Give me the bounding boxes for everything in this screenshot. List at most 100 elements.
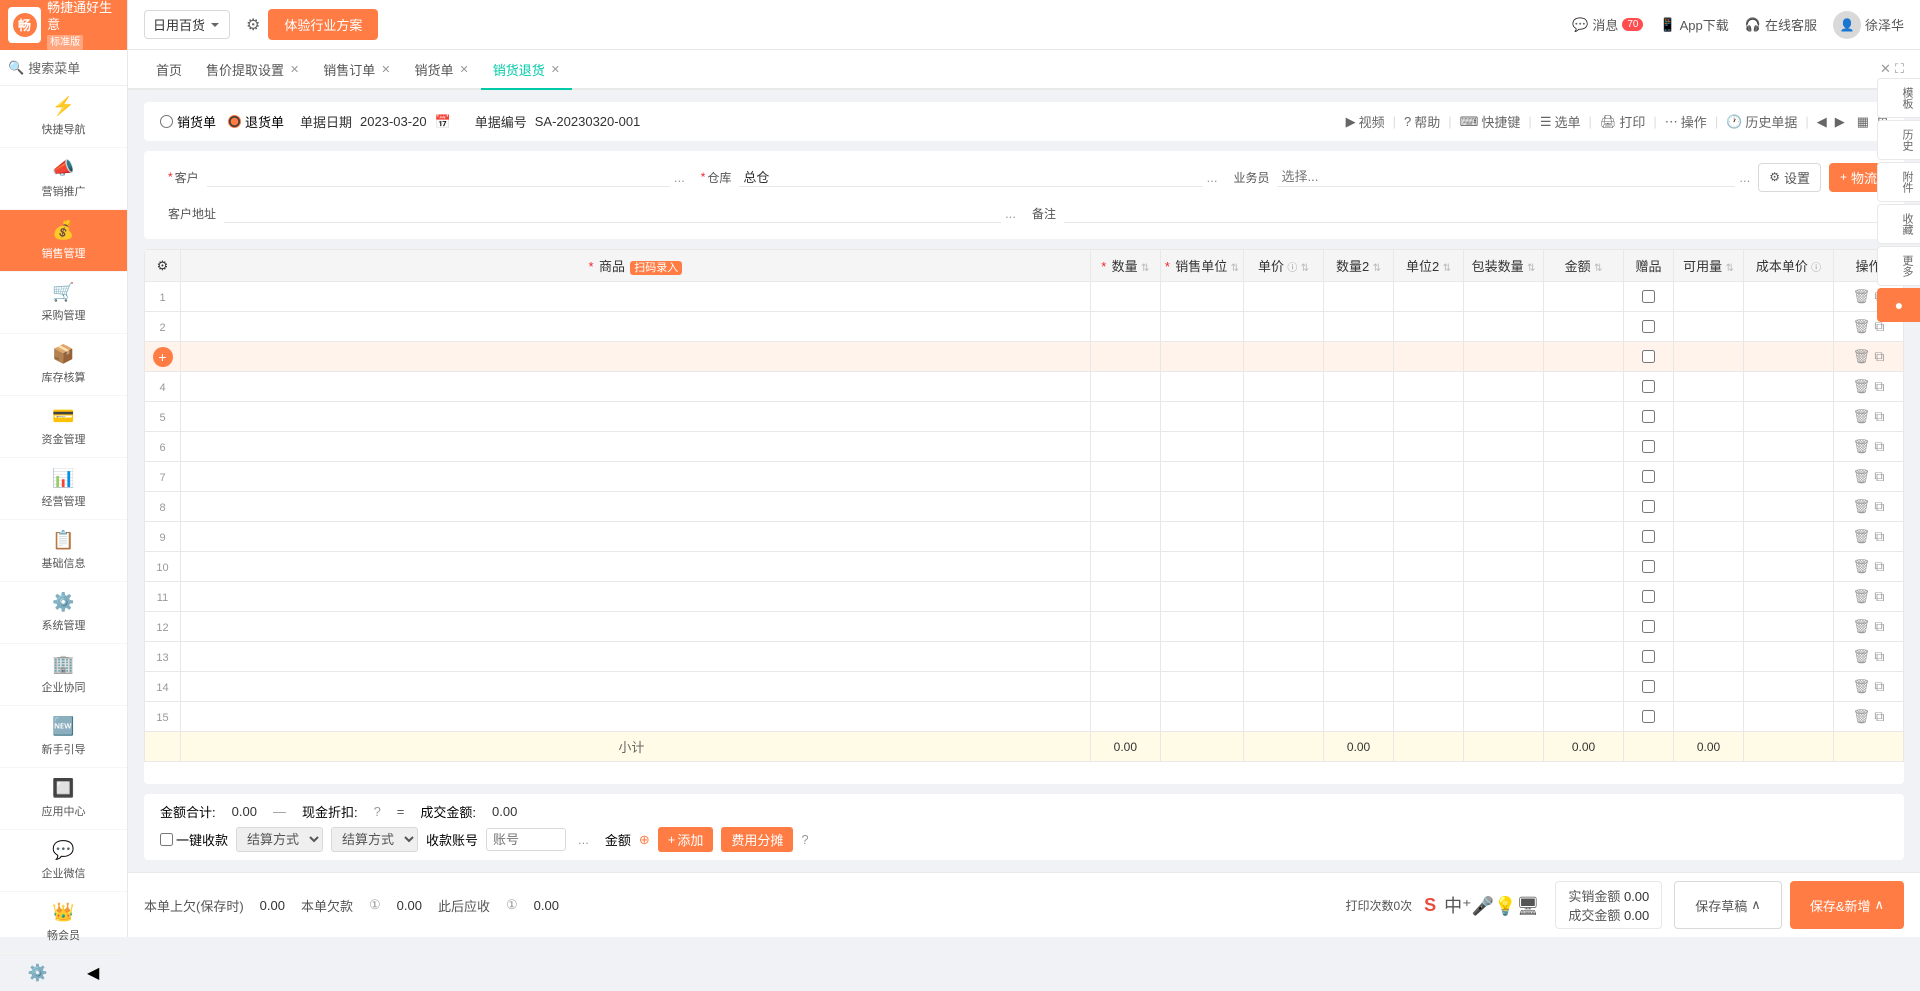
user-item[interactable]: 👤 徐泽华 xyxy=(1833,11,1904,39)
price-sort-icon[interactable]: ⇅ xyxy=(1301,263,1309,274)
unit2-cell[interactable] xyxy=(1394,312,1464,342)
delete-row-icon[interactable]: 🗑 xyxy=(1853,378,1871,395)
customer-dots[interactable]: ... xyxy=(674,170,685,185)
amount-cell[interactable] xyxy=(1544,312,1624,342)
float-active[interactable]: ● xyxy=(1877,288,1920,322)
cost-cell[interactable] xyxy=(1744,582,1834,612)
unit2-cell[interactable] xyxy=(1394,402,1464,432)
unit-cell[interactable] xyxy=(1160,342,1243,372)
float-template[interactable]: 模板 xyxy=(1877,78,1920,118)
nav-prev-icon[interactable]: ◀ xyxy=(1817,114,1827,130)
industry-selector[interactable]: 日用百货 xyxy=(144,10,230,39)
gift-checkbox[interactable] xyxy=(1642,320,1655,333)
tab-close-sales-return[interactable]: ✕ xyxy=(551,63,560,76)
qty-cell[interactable] xyxy=(1090,372,1160,402)
shortcut-action[interactable]: ⌨ 快捷键 xyxy=(1460,112,1521,131)
avail-cell[interactable] xyxy=(1674,582,1744,612)
add-button[interactable]: + 添加 xyxy=(658,827,714,852)
unit2-cell[interactable] xyxy=(1394,582,1464,612)
warehouse-dots[interactable]: ... xyxy=(1207,170,1218,185)
tab-close-price-settings[interactable]: ✕ xyxy=(290,63,299,76)
amount-cell[interactable] xyxy=(1544,672,1624,702)
sidebar-item-inventory[interactable]: 📦 库存核算 xyxy=(0,334,127,396)
warehouse-input[interactable] xyxy=(739,167,1202,187)
avail-cell[interactable] xyxy=(1674,612,1744,642)
qty-cell[interactable] xyxy=(1090,552,1160,582)
qty-cell[interactable] xyxy=(1090,612,1160,642)
cost-cell[interactable] xyxy=(1744,702,1834,732)
qty-cell[interactable] xyxy=(1090,672,1160,702)
avail-cell[interactable] xyxy=(1674,552,1744,582)
delete-row-icon[interactable]: 🗑 xyxy=(1853,678,1871,695)
avail-cell[interactable] xyxy=(1674,312,1744,342)
scan-button[interactable]: 扫码录入 xyxy=(630,261,682,275)
unit2-cell[interactable] xyxy=(1394,612,1464,642)
cost-cell[interactable] xyxy=(1744,342,1834,372)
sidebar-item-system[interactable]: ⚙️ 系统管理 xyxy=(0,582,127,644)
qty2-cell[interactable] xyxy=(1324,462,1394,492)
qty2-cell[interactable] xyxy=(1324,612,1394,642)
delete-row-icon[interactable]: 🗑 xyxy=(1853,618,1871,635)
qty2-cell[interactable] xyxy=(1324,372,1394,402)
avail-cell[interactable] xyxy=(1674,642,1744,672)
qty-cell[interactable] xyxy=(1090,582,1160,612)
pkgqty-cell[interactable] xyxy=(1464,642,1544,672)
experience-button[interactable]: 体验行业方案 xyxy=(268,9,378,40)
amount-cell[interactable] xyxy=(1544,522,1624,552)
avail-cell[interactable] xyxy=(1674,522,1744,552)
avail-cell[interactable] xyxy=(1674,282,1744,312)
amount-cell[interactable] xyxy=(1544,552,1624,582)
return-radio-input[interactable] xyxy=(228,115,241,128)
cost-split-button[interactable]: 费用分摊 xyxy=(721,827,793,852)
unit-sort-icon[interactable]: ⇅ xyxy=(1231,263,1239,274)
qty2-cell[interactable] xyxy=(1324,522,1394,552)
collapse-icon[interactable]: ◀ xyxy=(87,963,99,983)
avail-sort-icon[interactable]: ⇅ xyxy=(1725,263,1733,274)
gift-checkbox[interactable] xyxy=(1642,440,1655,453)
copy-row-icon[interactable]: ⧉ xyxy=(1874,588,1884,605)
qty2-cell[interactable] xyxy=(1324,672,1394,702)
amount-cell[interactable] xyxy=(1544,612,1624,642)
delete-row-icon[interactable]: 🗑 xyxy=(1853,348,1871,365)
cancel-method-select[interactable]: 结算方式 xyxy=(331,827,418,852)
message-item[interactable]: 💬 消息 70 xyxy=(1572,15,1643,34)
tab-sales-return[interactable]: 销货退货 ✕ xyxy=(481,50,572,90)
qty-cell[interactable] xyxy=(1090,312,1160,342)
amount-cell[interactable] xyxy=(1544,582,1624,612)
unit2-cell[interactable] xyxy=(1394,342,1464,372)
pkgqty-cell[interactable] xyxy=(1464,612,1544,642)
salesperson-dots[interactable]: ... xyxy=(1739,170,1750,185)
float-attachment[interactable]: 附件 xyxy=(1877,162,1920,202)
gift-checkbox[interactable] xyxy=(1642,710,1655,723)
calendar-icon[interactable]: 📅 xyxy=(435,114,451,130)
unit2-cell[interactable] xyxy=(1394,642,1464,672)
tab-sales-delivery[interactable]: 销货单 ✕ xyxy=(402,50,480,90)
avail-cell[interactable] xyxy=(1674,462,1744,492)
gift-checkbox[interactable] xyxy=(1642,380,1655,393)
sidebar-item-wechat[interactable]: 💬 企业微信 xyxy=(0,830,127,892)
price-cell[interactable] xyxy=(1244,312,1324,342)
view-list-icon[interactable]: ▦ xyxy=(1857,114,1869,130)
sidebar-item-purchase[interactable]: 🛒 采购管理 xyxy=(0,272,127,334)
amount-cell[interactable] xyxy=(1544,432,1624,462)
pay-checkbox[interactable]: 一键收款 xyxy=(160,830,228,849)
unit2-sort-icon[interactable]: ⇅ xyxy=(1443,263,1451,274)
tab-price-settings[interactable]: 售价提取设置 ✕ xyxy=(194,50,311,90)
copy-row-icon[interactable]: ⧉ xyxy=(1874,378,1884,395)
avail-cell[interactable] xyxy=(1674,702,1744,732)
unit-cell[interactable] xyxy=(1160,582,1243,612)
qty2-cell[interactable] xyxy=(1324,492,1394,522)
gift-checkbox[interactable] xyxy=(1642,350,1655,363)
unit2-cell[interactable] xyxy=(1394,372,1464,402)
remark-input[interactable] xyxy=(1064,203,1880,223)
pkgqty-cell[interactable] xyxy=(1464,492,1544,522)
operate-action[interactable]: ⋯ 操作 xyxy=(1665,112,1707,131)
avail-cell[interactable] xyxy=(1674,432,1744,462)
delete-row-icon[interactable]: 🗑 xyxy=(1853,318,1871,335)
cost-cell[interactable] xyxy=(1744,462,1834,492)
qty2-cell[interactable] xyxy=(1324,402,1394,432)
delete-row-icon[interactable]: 🗑 xyxy=(1853,558,1871,575)
pkgqty-cell[interactable] xyxy=(1464,402,1544,432)
sidebar-item-apps[interactable]: 🔲 应用中心 xyxy=(0,768,127,830)
copy-row-icon[interactable]: ⧉ xyxy=(1874,438,1884,455)
